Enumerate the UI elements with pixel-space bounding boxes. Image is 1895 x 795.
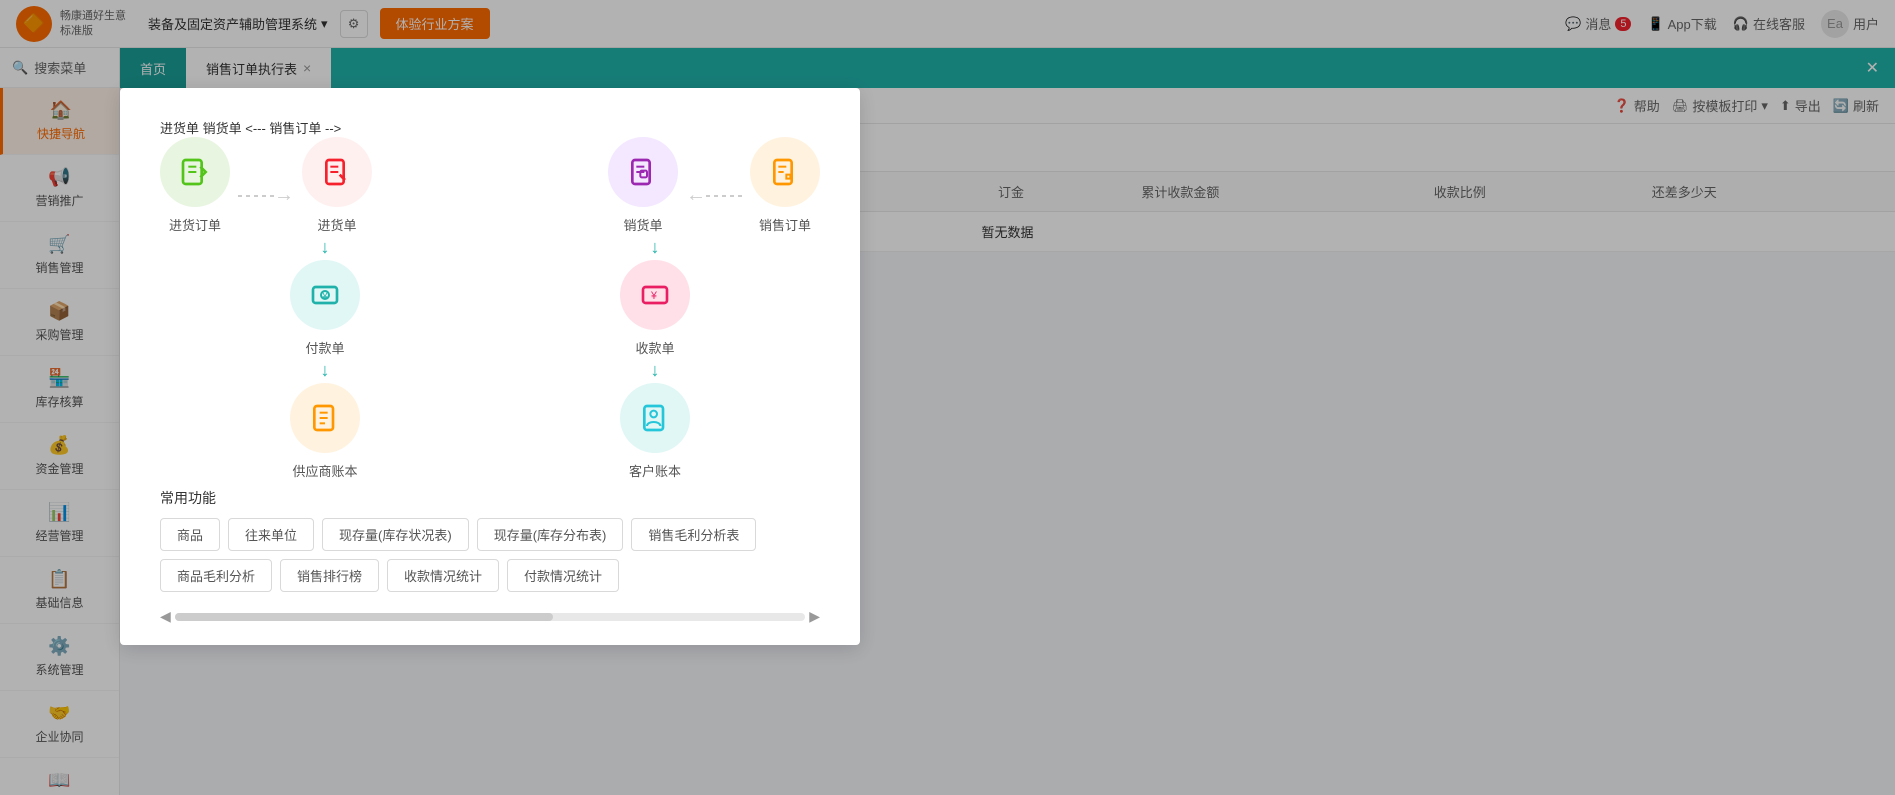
purchase-order-node[interactable]: 进货订单 <box>160 137 230 234</box>
cf-btn-product[interactable]: 商品 <box>160 518 220 551</box>
flow-row-3: ¥ 付款单 ¥ 收款单 <box>160 260 820 357</box>
common-functions-section: 常用功能 商品 往来单位 现存量(库存状况表) 现存量(库存分布表) 销售毛利分… <box>160 488 820 592</box>
scroll-left-arrow[interactable]: ◀ <box>160 608 171 625</box>
quick-nav-panel: 进货单 销货单 <--- 销售订单 --> 进货订单 <box>120 88 860 645</box>
purchase-bill-node[interactable]: 进货单 <box>302 137 372 234</box>
cf-btn-sales-ranking[interactable]: 销售排行榜 <box>280 559 379 592</box>
cf-btn-payment-stats[interactable]: 付款情况统计 <box>507 559 619 592</box>
arrow-receipt-bill-down: ↓ <box>651 361 660 379</box>
scroll-thumb[interactable] <box>175 613 553 621</box>
payment-bill-node[interactable]: ¥ 付款单 <box>290 260 360 357</box>
sales-bill-circle <box>608 137 678 207</box>
svg-text:¥: ¥ <box>321 291 328 301</box>
cf-btn-sales-profit-analysis[interactable]: 销售毛利分析表 <box>631 518 756 551</box>
flow-row-4-arrows: ↓ ↓ <box>160 357 820 383</box>
arrow-sales-bill-down: ↓ <box>651 238 660 256</box>
cf-btn-stock-status[interactable]: 现存量(库存状况表) <box>322 518 469 551</box>
arrow-purchase-bill-down: ↓ <box>321 238 330 256</box>
scroll-right-arrow[interactable]: ▶ <box>809 608 820 625</box>
cf-btn-stock-dist[interactable]: 现存量(库存分布表) <box>477 518 624 551</box>
cf-btn-product-profit[interactable]: 商品毛利分析 <box>160 559 272 592</box>
flow-row-5: 供应商账本 客户账本 <box>160 383 820 480</box>
receipt-bill-circle: ¥ <box>620 260 690 330</box>
customer-ledger-circle <box>620 383 690 453</box>
cf-btn-receipt-stats[interactable]: 收款情况统计 <box>387 559 499 592</box>
flow-row-2-arrows: ↓ ↓ <box>160 234 820 260</box>
purchase-order-circle <box>160 137 230 207</box>
supplier-ledger-node[interactable]: 供应商账本 <box>290 383 360 480</box>
common-functions-title: 常用功能 <box>160 488 820 508</box>
scroll-track[interactable] <box>175 613 805 621</box>
svg-text:¥: ¥ <box>650 290 657 302</box>
arrow-purchase-order-to-bill: → <box>230 184 302 207</box>
arrow-payment-bill-down: ↓ <box>321 361 330 379</box>
customer-ledger-node[interactable]: 客户账本 <box>620 383 690 480</box>
sales-order-circle <box>750 137 820 207</box>
cf-btn-partner[interactable]: 往来单位 <box>228 518 314 551</box>
arrow-sales-order-to-bill: ← <box>678 184 750 207</box>
flow-row-1: 进货订单 → <box>160 137 820 234</box>
common-function-buttons: 商品 往来单位 现存量(库存状况表) 现存量(库存分布表) 销售毛利分析表 商品… <box>160 518 820 592</box>
overlay-mask[interactable]: 进货单 销货单 <--- 销售订单 --> 进货订单 <box>0 0 1895 795</box>
scroll-area: ◀ ▶ <box>160 608 820 625</box>
purchase-bill-circle <box>302 137 372 207</box>
supplier-ledger-circle <box>290 383 360 453</box>
sales-order-node[interactable]: 销售订单 <box>750 137 820 234</box>
sales-bill-node[interactable]: 销货单 <box>608 137 678 234</box>
flow-diagram: 进货单 销货单 <--- 销售订单 --> 进货订单 <box>160 118 820 480</box>
payment-bill-circle: ¥ <box>290 260 360 330</box>
receipt-bill-node[interactable]: ¥ 收款单 <box>620 260 690 357</box>
